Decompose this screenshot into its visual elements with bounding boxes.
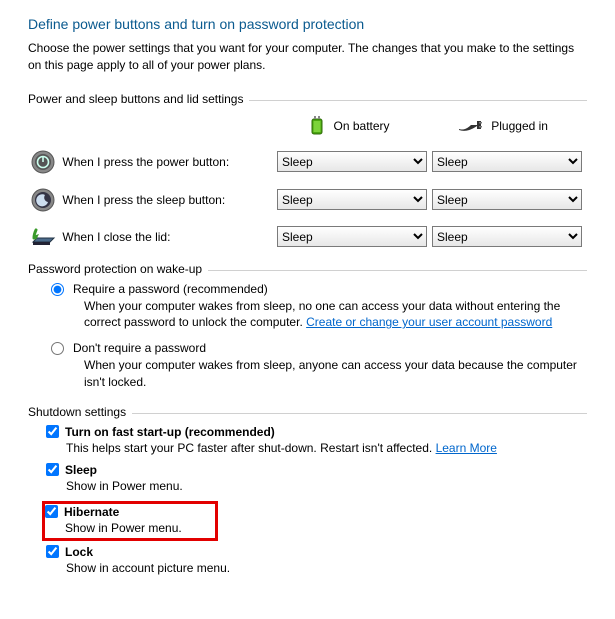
create-password-link[interactable]: Create or change your user account passw…: [306, 315, 552, 329]
group-legend: Shutdown settings: [28, 405, 132, 419]
sleep-battery-select[interactable]: Sleep: [277, 189, 427, 210]
power-plugged-select[interactable]: Sleep: [432, 151, 582, 172]
close-lid-icon: [30, 226, 56, 248]
radio-no-password-input[interactable]: [51, 342, 64, 355]
row-sleep-button: When I press the sleep button: Sleep Sle…: [28, 188, 587, 212]
chk-desc: Show in Power menu.: [66, 477, 587, 495]
radio-no-password[interactable]: Don't require a password: [46, 341, 587, 355]
group-password-protection: Password protection on wake-up Require a…: [28, 262, 587, 391]
radio-require-password[interactable]: Require a password (recommended): [46, 282, 587, 296]
chk-desc: Show in Power menu.: [65, 519, 211, 537]
page-subtitle: Choose the power settings that you want …: [28, 40, 587, 74]
radio-require-password-input[interactable]: [51, 283, 64, 296]
group-legend: Power and sleep buttons and lid settings: [28, 92, 249, 106]
page-title: Define power buttons and turn on passwor…: [28, 16, 587, 32]
lid-plugged-select[interactable]: Sleep: [432, 226, 582, 247]
row-power-button: When I press the power button: Sleep Sle…: [28, 150, 587, 174]
chk-sleep[interactable]: [46, 463, 59, 476]
chk-fast-startup[interactable]: [46, 425, 59, 438]
radio-label: Don't require a password: [73, 341, 206, 355]
lid-battery-select[interactable]: Sleep: [277, 226, 427, 247]
chk-lock[interactable]: [46, 545, 59, 558]
chk-desc: This helps start your PC faster after sh…: [66, 439, 587, 457]
chk-label: Turn on fast start-up (recommended): [65, 425, 275, 439]
row-close-lid: When I close the lid: Sleep Sleep: [28, 226, 587, 248]
highlight-hibernate: Hibernate Show in Power menu.: [42, 501, 218, 541]
radio-desc: When your computer wakes from sleep, no …: [84, 298, 587, 332]
row-label: When I press the power button:: [58, 155, 277, 169]
radio-desc: When your computer wakes from sleep, any…: [84, 357, 587, 391]
row-label: When I press the sleep button:: [58, 193, 277, 207]
chk-desc: Show in account picture menu.: [66, 559, 587, 577]
power-battery-select[interactable]: Sleep: [277, 151, 427, 172]
chk-label: Lock: [65, 545, 93, 559]
sleep-button-icon: [31, 188, 55, 212]
learn-more-link[interactable]: Learn More: [436, 441, 497, 455]
group-legend: Password protection on wake-up: [28, 262, 208, 276]
chk-label: Hibernate: [64, 505, 119, 519]
chk-label: Sleep: [65, 463, 97, 477]
row-label: When I close the lid:: [58, 230, 277, 244]
plug-icon: [457, 119, 483, 133]
group-power-buttons: Power and sleep buttons and lid settings…: [28, 92, 587, 248]
group-shutdown-settings: Shutdown settings Turn on fast start-up …: [28, 405, 587, 577]
radio-label: Require a password (recommended): [73, 282, 268, 296]
power-button-icon: [31, 150, 55, 174]
battery-icon: [308, 116, 326, 136]
col-plugged-label: Plugged in: [491, 119, 548, 133]
sleep-plugged-select[interactable]: Sleep: [432, 189, 582, 210]
chk-hibernate[interactable]: [45, 505, 58, 518]
col-battery-label: On battery: [334, 119, 390, 133]
